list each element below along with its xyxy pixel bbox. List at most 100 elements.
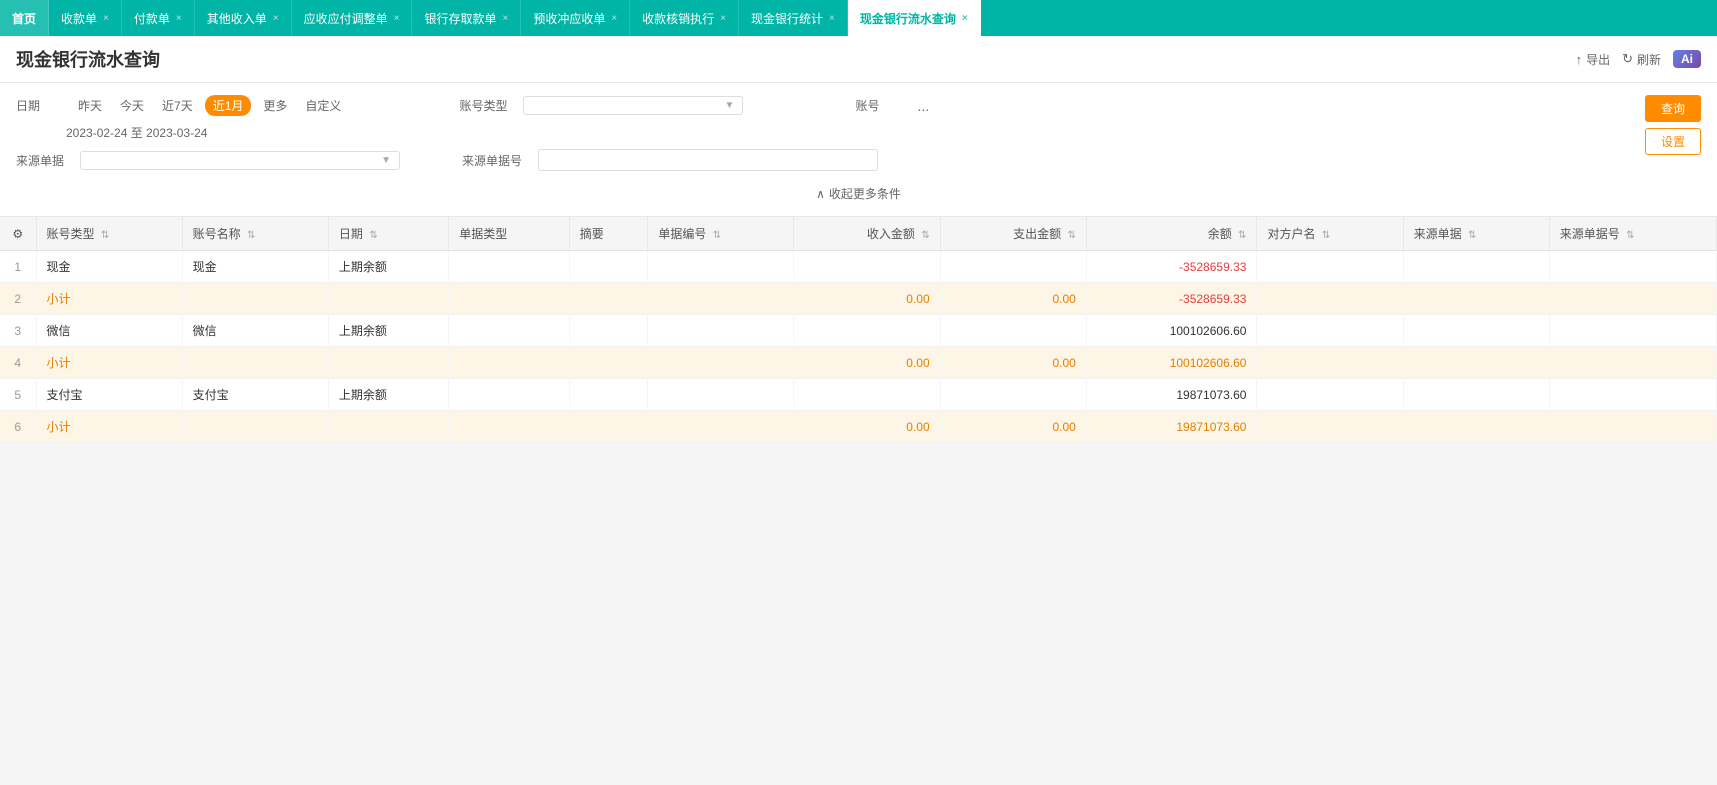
date-opt-7days[interactable]: 近7天 [156,95,199,116]
cell-expense [940,251,1086,283]
close-icon-3[interactable]: × [394,13,400,24]
cell-account-type: 小计 [36,283,182,315]
nav-tab-2[interactable]: 其他收入单 × [195,0,292,36]
settings-button[interactable]: 设置 [1645,128,1701,155]
cell-account-type: 小计 [36,411,182,443]
nav-tab-8[interactable]: 现金银行流水查询 × [848,0,981,36]
date-opt-1month[interactable]: 近1月 [205,95,252,116]
cell-source-doc [1403,283,1549,315]
date-opt-today[interactable]: 今天 [114,95,150,116]
cell-account-name [182,411,328,443]
account-ellipsis[interactable]: ... [911,96,935,116]
cell-summary [569,411,648,443]
cell-account-name: 微信 [182,315,328,347]
cell-counterpart [1257,347,1403,379]
col-account-type[interactable]: 账号类型 ⇅ [36,217,182,251]
col-balance[interactable]: 余额 ⇅ [1086,217,1257,251]
table-row: 5支付宝支付宝上期余额19871073.60 [0,379,1717,411]
cell-date [328,283,448,315]
close-icon-1[interactable]: × [176,13,182,24]
account-label: 账号 [855,97,895,114]
sort-icon-source-doc-no: ⇅ [1626,230,1634,241]
cell-income: 0.00 [794,283,940,315]
date-opt-more[interactable]: 更多 [257,95,293,116]
close-icon-5[interactable]: × [611,13,617,24]
close-icon-4[interactable]: × [502,13,508,24]
cell-counterpart [1257,411,1403,443]
cell-expense: 0.00 [940,347,1086,379]
col-date[interactable]: 日期 ⇅ [328,217,448,251]
cell-balance: -3528659.33 [1086,283,1257,315]
date-opt-custom[interactable]: 自定义 [299,95,347,116]
cell-account-type: 小计 [36,347,182,379]
ai-badge[interactable]: Ai [1673,50,1701,68]
source-doc-no-input[interactable] [538,149,878,171]
nav-tab-7[interactable]: 现金银行统计 × [739,0,848,36]
close-icon-7[interactable]: × [829,13,835,24]
cell-date: 上期余额 [328,379,448,411]
cell-doc-type [449,411,569,443]
export-button[interactable]: ↑ 导出 [1576,51,1611,68]
cell-source-doc-no [1549,251,1716,283]
nav-tab-6[interactable]: 收款核销执行 × [630,0,739,36]
cell-balance: -3528659.33 [1086,251,1257,283]
nav-tab-1[interactable]: 付款单 × [122,0,195,36]
col-counterpart[interactable]: 对方户名 ⇅ [1257,217,1403,251]
cell-income [794,251,940,283]
filter-row-1: 日期 昨天 今天 近7天 近1月 更多 自定义 账号类型 ▼ 账号 ... [16,95,1645,116]
close-icon-6[interactable]: × [720,13,726,24]
close-icon-0[interactable]: × [103,13,109,24]
nav-tab-5[interactable]: 预收冲应收单 × [521,0,630,36]
nav-tab-0[interactable]: 收款单 × [49,0,122,36]
col-source-doc[interactable]: 来源单据 ⇅ [1403,217,1549,251]
col-income[interactable]: 收入金额 ⇅ [794,217,940,251]
cell-expense [940,315,1086,347]
cell-doc-no [648,315,794,347]
sort-icon-balance: ⇅ [1238,230,1246,241]
source-doc-select[interactable]: ▼ [80,151,400,170]
table-area: ⚙ 账号类型 ⇅ 账号名称 ⇅ 日期 ⇅ 单据类型 摘要 [0,217,1717,443]
col-gear[interactable]: ⚙ [0,217,36,251]
sort-icon-date: ⇅ [369,230,377,241]
chevron-up-icon: ∧ [816,187,825,201]
cell-date [328,347,448,379]
col-expense[interactable]: 支出金额 ⇅ [940,217,1086,251]
col-account-name[interactable]: 账号名称 ⇅ [182,217,328,251]
cell-source-doc-no [1549,379,1716,411]
table-row: 6小计0.000.0019871073.60 [0,411,1717,443]
col-doc-no[interactable]: 单据编号 ⇅ [648,217,794,251]
date-label: 日期 [16,97,56,114]
account-type-select[interactable]: ▼ [523,96,743,115]
source-doc-label: 来源单据 [16,152,64,169]
table-row: 1现金现金上期余额-3528659.33 [0,251,1717,283]
nav-tab-4[interactable]: 银行存取款单 × [412,0,521,36]
filter-area: 日期 昨天 今天 近7天 近1月 更多 自定义 账号类型 ▼ 账号 ... [0,83,1717,217]
close-icon-8[interactable]: × [962,13,968,24]
nav-tab-3[interactable]: 应收应付调整单 × [292,0,413,36]
cell-account-name: 支付宝 [182,379,328,411]
query-button[interactable]: 查询 [1645,95,1701,122]
filter-row-2: 来源单据 ▼ 来源单据号 [16,149,1645,171]
cell-counterpart [1257,379,1403,411]
cell-index: 6 [0,411,36,443]
cell-source-doc [1403,315,1549,347]
cell-summary [569,251,648,283]
date-opt-yesterday[interactable]: 昨天 [72,95,108,116]
col-doc-type[interactable]: 单据类型 [449,217,569,251]
cell-doc-type [449,379,569,411]
cell-source-doc-no [1549,411,1716,443]
sort-icon-doc-no: ⇅ [713,230,721,241]
col-summary[interactable]: 摘要 [569,217,648,251]
col-source-doc-no[interactable]: 来源单据号 ⇅ [1549,217,1716,251]
cell-doc-type [449,283,569,315]
collapse-bar[interactable]: ∧ 收起更多条件 [16,179,1701,204]
cell-doc-type [449,347,569,379]
cell-account-type: 支付宝 [36,379,182,411]
page-title: 现金银行流水查询 [16,46,160,72]
cell-counterpart [1257,315,1403,347]
refresh-button[interactable]: ↻ 刷新 [1622,51,1661,68]
close-icon-2[interactable]: × [273,13,279,24]
cell-doc-type [449,315,569,347]
nav-home[interactable]: 首页 [0,0,49,36]
export-icon: ↑ [1576,52,1583,67]
